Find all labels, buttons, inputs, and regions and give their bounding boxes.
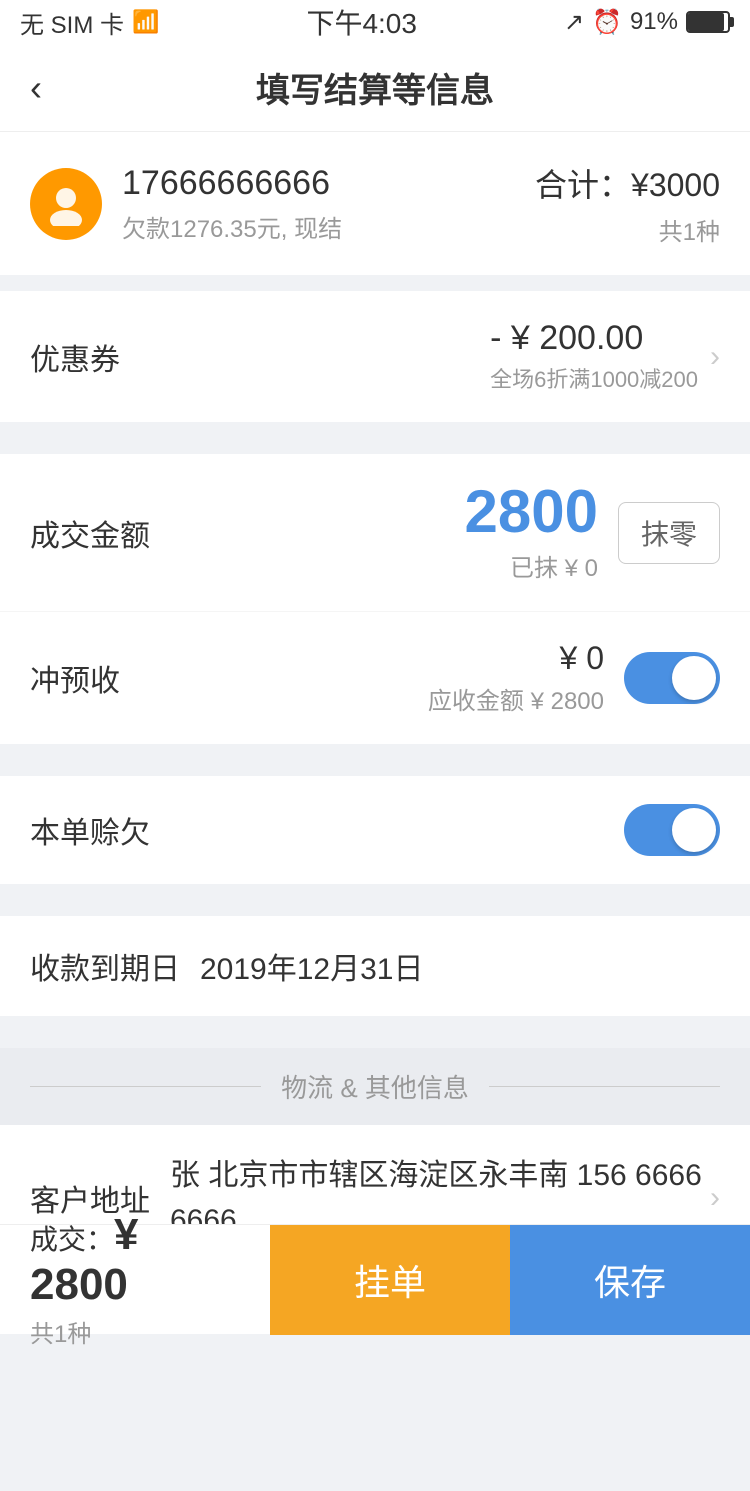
save-button[interactable]: 保存: [510, 1225, 750, 1335]
carrier-text: 无 SIM 卡: [20, 5, 124, 40]
prepaid-right: ¥ 0 应收金额 ¥ 2800: [428, 640, 720, 716]
customer-info: 17666666666 欠款1276.35元, 现结: [122, 164, 535, 244]
battery-icon: [686, 11, 730, 33]
own-debt-label: 本单赊欠: [30, 808, 150, 852]
status-right: ↗ ⏰ 91%: [564, 8, 730, 37]
deal-amount-sub: 已抹 ¥ 0: [465, 548, 598, 583]
customer-phone: 17666666666: [122, 164, 535, 203]
prepaid-amount-block: ¥ 0 应收金额 ¥ 2800: [428, 640, 604, 716]
gap-2: [0, 760, 750, 776]
footer-deal-label: 成交：: [30, 1224, 114, 1255]
gap-3: [0, 900, 750, 916]
status-bar: 无 SIM 卡 📶 下午4:03 ↗ ⏰ 91%: [0, 0, 750, 44]
deal-section: 成交金额 2800 已抹 ¥ 0 抹零 冲预收 ¥ 0 应收金额 ¥ 2800: [0, 454, 750, 744]
back-button[interactable]: ‹: [30, 67, 42, 109]
wifi-icon: 📶: [132, 9, 159, 35]
deal-amount-value: 2800: [465, 482, 598, 542]
header: ‹ 填写结算等信息: [0, 44, 750, 132]
alarm-icon: ⏰: [592, 8, 622, 37]
coupon-discount: - ¥ 200.00: [490, 319, 698, 358]
due-date-value: 2019年12月31日: [200, 944, 423, 988]
customer-card: 17666666666 欠款1276.35元, 现结 合计：¥3000 共1种: [0, 132, 750, 275]
gap-4: [0, 1032, 750, 1048]
deal-amount-info: 2800 已抹 ¥ 0: [465, 482, 598, 583]
avatar: [30, 168, 102, 240]
prepaid-sub: 应收金额 ¥ 2800: [428, 681, 604, 716]
location-icon: ↗: [564, 8, 584, 37]
round-button[interactable]: 抹零: [618, 502, 720, 564]
total-amount-value: ¥3000: [631, 167, 720, 203]
total-count: 共1种: [535, 212, 720, 247]
coupon-row[interactable]: 优惠券 - ¥ 200.00 全场6折满1000减200 ›: [0, 291, 750, 422]
battery-text: 91%: [630, 8, 678, 36]
divider-line-right: [489, 1086, 720, 1087]
own-debt-toggle-thumb: [672, 808, 716, 852]
footer-info: 成交：¥ 2800 共1种: [0, 1210, 270, 1349]
gap-1: [0, 438, 750, 454]
toggle-thumb: [672, 656, 716, 700]
footer-deal-line: 成交：¥ 2800: [30, 1210, 240, 1310]
divider-line-left: [30, 1086, 261, 1087]
deal-amount-row: 成交金额 2800 已抹 ¥ 0 抹零: [0, 454, 750, 612]
coupon-right: - ¥ 200.00 全场6折满1000减200 ›: [490, 319, 720, 394]
customer-total: 合计：¥3000 共1种: [535, 160, 720, 247]
divider-section: 物流 & 其他信息: [0, 1048, 750, 1125]
total-amount: 合计：¥3000: [535, 160, 720, 206]
total-label: 合计：: [535, 167, 631, 203]
deal-amount-block: 2800 已抹 ¥ 0 抹零: [465, 482, 721, 583]
due-date-row: 收款到期日 2019年12月31日: [0, 916, 750, 1016]
due-date-label: 收款到期日: [30, 944, 180, 988]
status-time: 下午4:03: [306, 2, 417, 42]
prepaid-toggle[interactable]: [624, 652, 720, 704]
prepaid-row: 冲预收 ¥ 0 应收金额 ¥ 2800: [0, 612, 750, 744]
own-debt-toggle[interactable]: [624, 804, 720, 856]
hang-button[interactable]: 挂单: [270, 1225, 510, 1335]
deal-label: 成交金额: [30, 511, 150, 555]
address-chevron-icon: ›: [710, 1181, 720, 1215]
prepaid-amount: ¥ 0: [428, 640, 604, 677]
page-title: 填写结算等信息: [256, 63, 494, 112]
chevron-right-icon: ›: [710, 340, 720, 374]
coupon-desc: 全场6折满1000减200: [490, 362, 698, 394]
coupon-label: 优惠券: [30, 335, 120, 379]
own-debt-row: 本单赊欠: [0, 776, 750, 884]
divider-text: 物流 & 其他信息: [261, 1068, 489, 1105]
coupon-info: - ¥ 200.00 全场6折满1000减200: [490, 319, 698, 394]
status-left: 无 SIM 卡 📶: [20, 5, 159, 40]
footer: 成交：¥ 2800 共1种 挂单 保存: [0, 1224, 750, 1334]
customer-debt: 欠款1276.35元, 现结: [122, 209, 535, 244]
prepaid-label: 冲预收: [30, 656, 120, 700]
